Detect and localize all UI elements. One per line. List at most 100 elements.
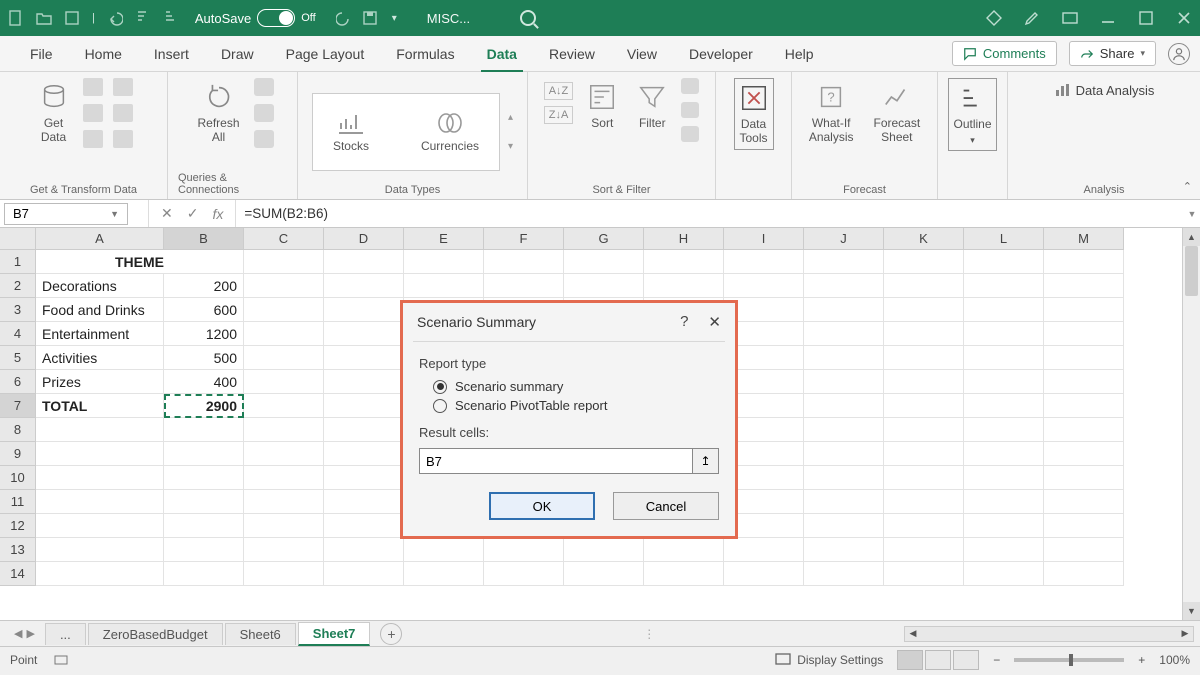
dialog-help-icon[interactable]: ? bbox=[680, 313, 688, 331]
cell[interactable] bbox=[1044, 274, 1124, 298]
col-header[interactable]: A bbox=[36, 228, 164, 250]
select-all-corner[interactable] bbox=[0, 228, 36, 250]
cell[interactable] bbox=[244, 322, 324, 346]
dialog-close-icon[interactable]: ✕ bbox=[708, 313, 721, 331]
ribbon-display-icon[interactable] bbox=[1062, 10, 1078, 26]
cell[interactable] bbox=[324, 394, 404, 418]
refresh-all-button[interactable]: Refresh All bbox=[191, 78, 245, 148]
scroll-right-icon[interactable]: ▶ bbox=[1177, 628, 1193, 639]
collapse-range-icon[interactable]: ↥ bbox=[693, 448, 719, 474]
name-box[interactable]: B7 ▼ bbox=[4, 203, 128, 225]
cell[interactable] bbox=[1044, 442, 1124, 466]
cell[interactable] bbox=[884, 250, 964, 274]
cell[interactable] bbox=[324, 418, 404, 442]
cell[interactable]: Prizes bbox=[36, 370, 164, 394]
cell[interactable] bbox=[804, 466, 884, 490]
tab-view[interactable]: View bbox=[611, 36, 673, 72]
open-icon[interactable] bbox=[36, 10, 52, 26]
cell[interactable] bbox=[964, 250, 1044, 274]
data-analysis-button[interactable]: Data Analysis bbox=[1054, 82, 1155, 98]
other-icon[interactable] bbox=[113, 130, 133, 148]
edit-links-icon[interactable] bbox=[254, 130, 274, 148]
fx-icon[interactable]: fx bbox=[212, 206, 223, 222]
cell[interactable] bbox=[404, 538, 484, 562]
zoom-out-button[interactable]: − bbox=[993, 653, 1000, 667]
properties-icon[interactable] bbox=[254, 104, 274, 122]
cell[interactable] bbox=[324, 274, 404, 298]
normal-view-button[interactable] bbox=[897, 650, 923, 670]
cell[interactable] bbox=[804, 538, 884, 562]
cell[interactable] bbox=[1044, 418, 1124, 442]
cell[interactable] bbox=[964, 298, 1044, 322]
toggle-switch[interactable] bbox=[257, 9, 295, 27]
cell[interactable] bbox=[324, 346, 404, 370]
row-header[interactable]: 14 bbox=[0, 562, 36, 586]
cell[interactable]: 2900 bbox=[164, 394, 244, 418]
cell[interactable] bbox=[804, 562, 884, 586]
formula-bar-expand-icon[interactable]: ▼ bbox=[1184, 209, 1200, 219]
zoom-level[interactable]: 100% bbox=[1159, 653, 1190, 667]
formula-input[interactable]: =SUM(B2:B6) bbox=[236, 206, 1184, 221]
cell[interactable] bbox=[564, 274, 644, 298]
cell[interactable] bbox=[1044, 394, 1124, 418]
from-table-icon[interactable] bbox=[83, 104, 103, 122]
from-text-icon[interactable] bbox=[83, 78, 103, 96]
close-icon[interactable] bbox=[1176, 10, 1192, 26]
cell[interactable] bbox=[884, 514, 964, 538]
tab-data[interactable]: Data bbox=[471, 36, 533, 72]
zoom-in-button[interactable]: + bbox=[1138, 653, 1145, 667]
cell[interactable] bbox=[804, 298, 884, 322]
maximize-icon[interactable] bbox=[1138, 10, 1154, 26]
cell[interactable] bbox=[404, 274, 484, 298]
cell[interactable] bbox=[564, 562, 644, 586]
col-header[interactable]: E bbox=[404, 228, 484, 250]
cell[interactable] bbox=[164, 490, 244, 514]
undo-icon[interactable] bbox=[107, 10, 123, 26]
cell[interactable] bbox=[884, 442, 964, 466]
page-break-view-button[interactable] bbox=[953, 650, 979, 670]
sheet-nav-prev-icon[interactable]: ◀ bbox=[14, 627, 22, 640]
row-header[interactable]: 1 bbox=[0, 250, 36, 274]
cell[interactable] bbox=[244, 538, 324, 562]
radio-pivot-report[interactable]: Scenario PivotTable report bbox=[433, 398, 719, 413]
cell[interactable] bbox=[164, 442, 244, 466]
tab-file[interactable]: File bbox=[14, 36, 69, 72]
sort-az-icon[interactable]: A↓Z bbox=[544, 82, 574, 100]
cell[interactable] bbox=[884, 394, 964, 418]
redo-icon[interactable] bbox=[336, 10, 352, 26]
cell[interactable] bbox=[324, 538, 404, 562]
sheet-tab-hidden[interactable]: ... bbox=[45, 623, 86, 645]
pen-icon[interactable] bbox=[1024, 10, 1040, 26]
cell[interactable] bbox=[324, 322, 404, 346]
cell[interactable] bbox=[484, 250, 564, 274]
cell[interactable] bbox=[884, 562, 964, 586]
cell[interactable] bbox=[964, 346, 1044, 370]
col-header[interactable]: L bbox=[964, 228, 1044, 250]
row-header[interactable]: 11 bbox=[0, 490, 36, 514]
cell[interactable] bbox=[244, 442, 324, 466]
search-icon[interactable] bbox=[520, 10, 536, 26]
cell[interactable] bbox=[644, 274, 724, 298]
cell[interactable] bbox=[804, 490, 884, 514]
row-header[interactable]: 8 bbox=[0, 418, 36, 442]
save-icon[interactable] bbox=[64, 10, 80, 26]
cell[interactable] bbox=[484, 562, 564, 586]
cell[interactable] bbox=[244, 298, 324, 322]
cell[interactable]: 500 bbox=[164, 346, 244, 370]
cell[interactable]: Entertainment bbox=[36, 322, 164, 346]
sort-desc-icon[interactable] bbox=[163, 10, 179, 26]
scroll-up-icon[interactable]: ▲ bbox=[1183, 228, 1200, 246]
cell[interactable] bbox=[404, 562, 484, 586]
sort-za-icon[interactable]: Z↓A bbox=[544, 106, 574, 124]
col-header[interactable]: C bbox=[244, 228, 324, 250]
clear-filter-icon[interactable] bbox=[681, 78, 699, 94]
cell[interactable] bbox=[804, 394, 884, 418]
advanced-icon[interactable] bbox=[681, 126, 699, 142]
col-header[interactable]: I bbox=[724, 228, 804, 250]
col-header[interactable]: J bbox=[804, 228, 884, 250]
cell[interactable]: Activities bbox=[36, 346, 164, 370]
qat-more-icon[interactable]: ▾ bbox=[392, 13, 397, 24]
cell[interactable] bbox=[324, 298, 404, 322]
vertical-scrollbar[interactable]: ▲ ▼ bbox=[1182, 228, 1200, 620]
cell[interactable] bbox=[164, 514, 244, 538]
